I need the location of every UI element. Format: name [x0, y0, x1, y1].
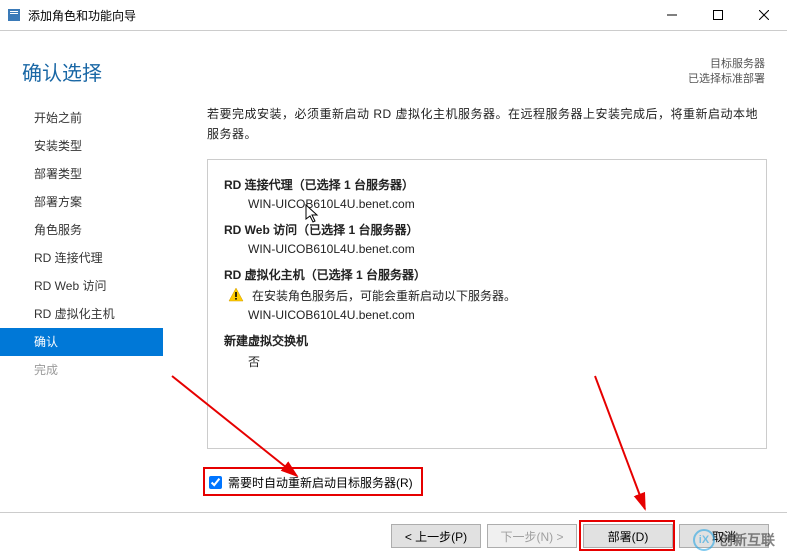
intro-text: 若要完成安装，必须重新启动 RD 虚拟化主机服务器。在远程服务器上安装完成后，将…	[207, 104, 767, 145]
main-area: 开始之前 安装类型 部署类型 部署方案 角色服务 RD 连接代理 RD Web …	[0, 96, 787, 496]
sidebar-item-install-type[interactable]: 安装类型	[0, 132, 163, 160]
role-suffix: （已选择 1 台服务器）	[297, 223, 418, 237]
target-value: 已选择标准部署	[688, 72, 765, 87]
restart-checkbox-row[interactable]: 需要时自动重新启动目标服务器(R)	[209, 474, 413, 491]
close-button[interactable]	[741, 0, 787, 30]
new-vswitch-label: 新建虚拟交换机	[224, 332, 750, 349]
role-name: RD Web 访问	[224, 223, 297, 237]
role-name: RD 连接代理	[224, 178, 293, 192]
window-title: 添加角色和功能向导	[28, 7, 649, 24]
footer-buttons: < 上一步(P) 下一步(N) > 部署(D) 取消	[0, 512, 787, 559]
server-name: WIN-UICOB610L4U.benet.com	[248, 242, 750, 256]
sidebar-item-rd-web[interactable]: RD Web 访问	[0, 272, 163, 300]
target-info: 目标服务器 已选择标准部署	[688, 57, 765, 88]
watermark-icon: iX	[693, 529, 715, 551]
restart-checkbox[interactable]	[209, 476, 222, 489]
restart-checkbox-label[interactable]: 需要时自动重新启动目标服务器(R)	[228, 474, 413, 491]
sidebar-item-confirm[interactable]: 确认	[0, 328, 163, 356]
server-manager-icon	[6, 7, 22, 23]
role-web-title: RD Web 访问（已选择 1 台服务器）	[224, 221, 750, 238]
warning-text: 在安装角色服务后，可能会重新启动以下服务器。	[252, 287, 516, 304]
target-label: 目标服务器	[688, 57, 765, 72]
watermark: iX 创新互联	[693, 529, 775, 551]
sidebar-item-deploy-type[interactable]: 部署类型	[0, 160, 163, 188]
titlebar: 添加角色和功能向导	[0, 0, 787, 31]
maximize-button[interactable]	[695, 0, 741, 30]
warning-row: 在安装角色服务后，可能会重新启动以下服务器。	[224, 287, 750, 304]
sidebar-item-complete: 完成	[0, 356, 163, 384]
sidebar-item-rd-broker[interactable]: RD 连接代理	[0, 244, 163, 272]
deploy-button[interactable]: 部署(D)	[583, 524, 673, 548]
role-vhost-title: RD 虚拟化主机（已选择 1 台服务器）	[224, 266, 750, 283]
role-suffix: （已选择 1 台服务器）	[293, 178, 414, 192]
header: 确认选择 目标服务器 已选择标准部署	[0, 31, 787, 96]
sidebar-item-deploy-scenario[interactable]: 部署方案	[0, 188, 163, 216]
sidebar-item-role-services[interactable]: 角色服务	[0, 216, 163, 244]
role-suffix: （已选择 1 台服务器）	[305, 268, 426, 282]
content-area: 若要完成安装，必须重新启动 RD 虚拟化主机服务器。在远程服务器上安装完成后，将…	[163, 96, 787, 496]
prev-button[interactable]: < 上一步(P)	[391, 524, 481, 548]
warning-icon	[228, 287, 244, 303]
watermark-text: 创新互联	[719, 530, 775, 550]
sidebar-item-begin[interactable]: 开始之前	[0, 104, 163, 132]
sidebar-item-rd-vhost[interactable]: RD 虚拟化主机	[0, 300, 163, 328]
next-button: 下一步(N) >	[487, 524, 577, 548]
server-name: WIN-UICOB610L4U.benet.com	[248, 308, 750, 322]
new-vswitch-value: 否	[248, 353, 750, 370]
window-controls	[649, 0, 787, 30]
server-name: WIN-UICOB610L4U.benet.com	[248, 197, 750, 211]
page-title: 确认选择	[22, 57, 688, 86]
minimize-button[interactable]	[649, 0, 695, 30]
wizard-sidebar: 开始之前 安装类型 部署类型 部署方案 角色服务 RD 连接代理 RD Web …	[0, 96, 163, 496]
role-broker-title: RD 连接代理（已选择 1 台服务器）	[224, 176, 750, 193]
role-name: RD 虚拟化主机	[224, 268, 305, 282]
confirmation-panel: RD 连接代理（已选择 1 台服务器） WIN-UICOB610L4U.bene…	[207, 159, 767, 449]
